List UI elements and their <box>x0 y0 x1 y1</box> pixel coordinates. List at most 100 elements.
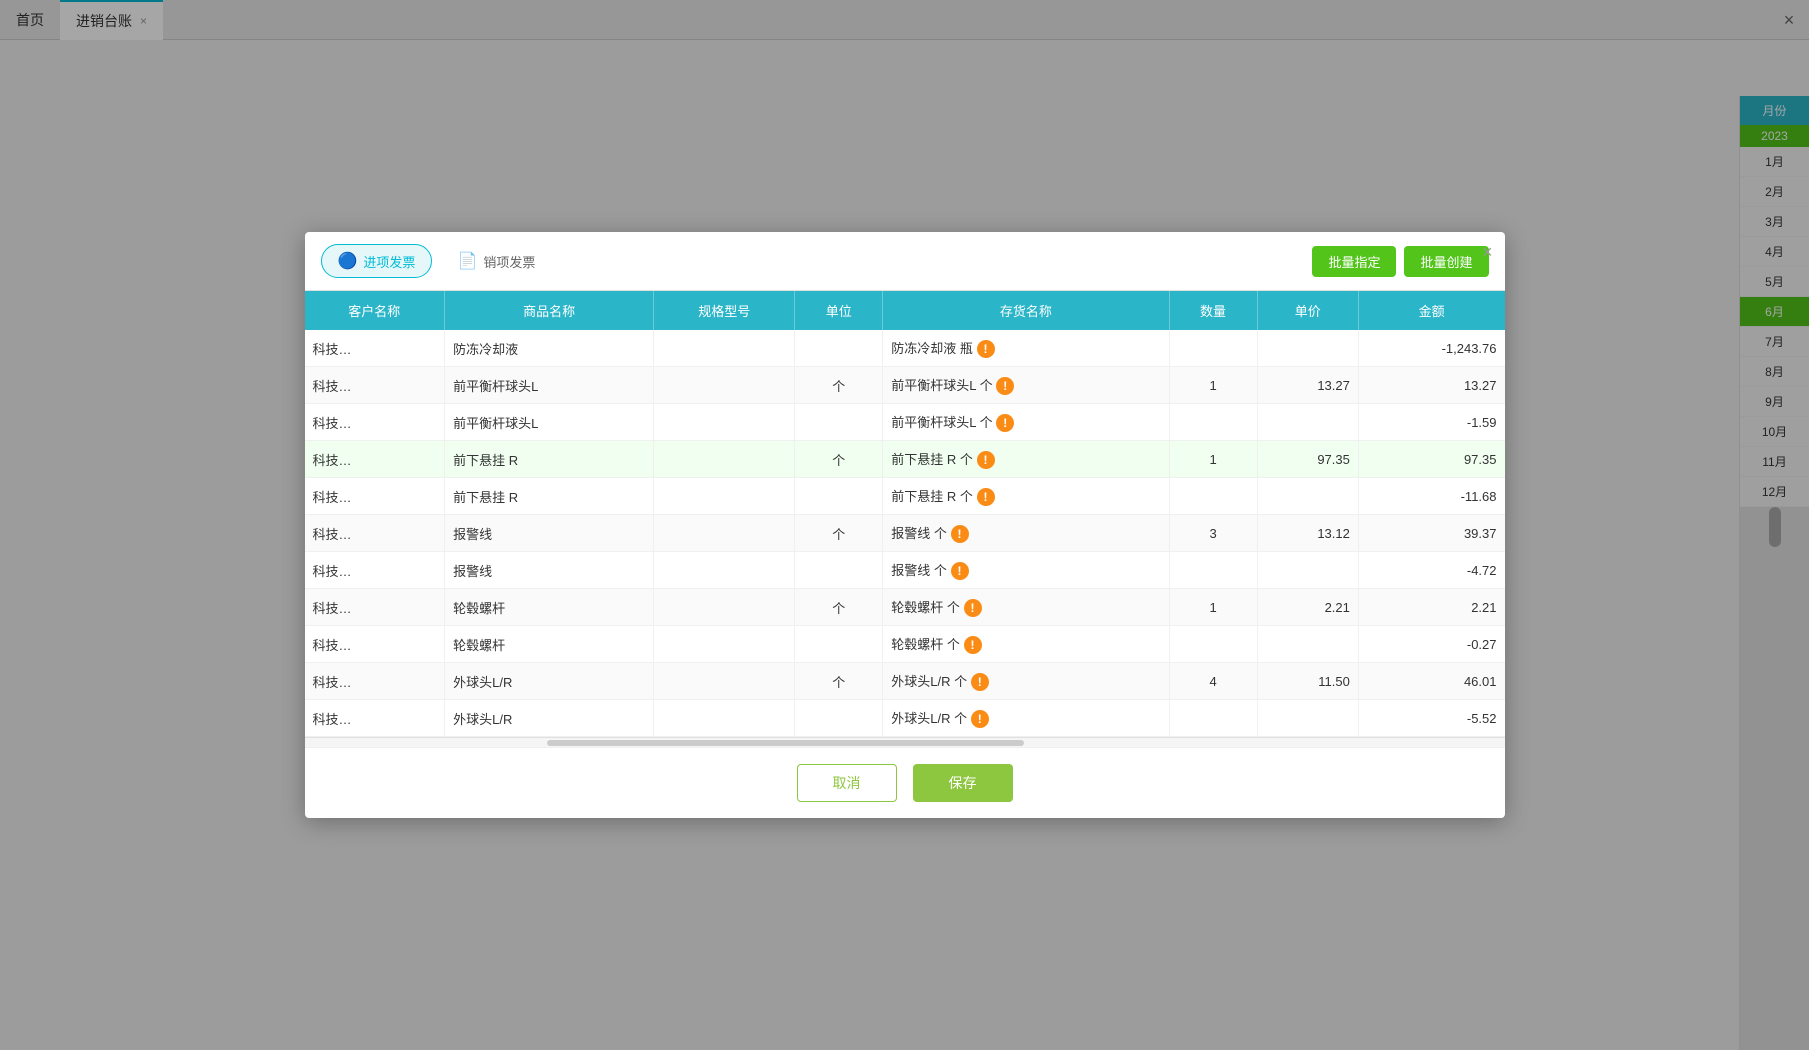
modal-horizontal-scrollbar[interactable] <box>305 737 1505 747</box>
modal-backdrop: 🔵 进项发票 📄 销项发票 批量指定 批量创建 × 客户名称 商品名称 规格 <box>0 0 1809 1050</box>
td-price: 13.12 <box>1257 515 1358 552</box>
td-inventory: 前下悬挂 R 个 ! <box>883 478 1169 515</box>
td-inventory: 前平衡杆球头L 个 ! <box>883 404 1169 441</box>
td-amount: 39.37 <box>1358 515 1504 552</box>
warn-icon: ! <box>977 451 995 469</box>
td-product: 前平衡杆球头L <box>445 404 654 441</box>
td-amount: 2.21 <box>1358 589 1504 626</box>
scrollbar-thumb[interactable] <box>547 740 1024 746</box>
td-inventory: 外球头L/R 个 ! <box>883 700 1169 737</box>
btn-save[interactable]: 保存 <box>913 764 1013 802</box>
td-customer: 科技… <box>305 552 445 589</box>
modal-footer: 取消 保存 <box>305 747 1505 818</box>
table-row: 科技… 轮毂螺杆 个 轮毂螺杆 个 ! 1 2.21 2.21 <box>305 589 1505 626</box>
td-unit: 个 <box>795 515 883 552</box>
td-amount: -4.72 <box>1358 552 1504 589</box>
th-price: 单价 <box>1257 291 1358 330</box>
modal-dialog: 🔵 进项发票 📄 销项发票 批量指定 批量创建 × 客户名称 商品名称 规格 <box>305 232 1505 818</box>
modal-header-actions: 批量指定 批量创建 <box>1312 246 1488 277</box>
td-spec <box>654 404 795 441</box>
td-price: 11.50 <box>1257 663 1358 700</box>
td-customer: 科技… <box>305 700 445 737</box>
table-row: 科技… 轮毂螺杆 轮毂螺杆 个 ! -0.27 <box>305 626 1505 663</box>
td-quantity: 1 <box>1169 367 1257 404</box>
td-customer: 科技… <box>305 626 445 663</box>
td-customer: 科技… <box>305 478 445 515</box>
table-row: 科技… 报警线 报警线 个 ! -4.72 <box>305 552 1505 589</box>
td-price: 97.35 <box>1257 441 1358 478</box>
td-quantity <box>1169 626 1257 663</box>
td-price <box>1257 552 1358 589</box>
td-unit <box>795 626 883 663</box>
td-inventory: 前平衡杆球头L 个 ! <box>883 367 1169 404</box>
td-spec <box>654 626 795 663</box>
td-inventory: 防冻冷却液 瓶 ! <box>883 330 1169 367</box>
td-spec <box>654 367 795 404</box>
td-price <box>1257 700 1358 737</box>
td-inventory: 外球头L/R 个 ! <box>883 663 1169 700</box>
td-amount: -1.59 <box>1358 404 1504 441</box>
warn-icon: ! <box>964 599 982 617</box>
btn-batch-assign[interactable]: 批量指定 <box>1312 246 1396 277</box>
btn-batch-create[interactable]: 批量创建 <box>1404 246 1488 277</box>
td-quantity: 3 <box>1169 515 1257 552</box>
td-product: 轮毂螺杆 <box>445 626 654 663</box>
td-spec <box>654 700 795 737</box>
table-row: 科技… 外球头L/R 外球头L/R 个 ! -5.52 <box>305 700 1505 737</box>
table-row: 科技… 防冻冷却液 防冻冷却液 瓶 ! -1,243.76 <box>305 330 1505 367</box>
warn-icon: ! <box>996 414 1014 432</box>
modal-table: 客户名称 商品名称 规格型号 单位 存货名称 数量 单价 金额 科技… 防冻冷却… <box>305 291 1505 737</box>
td-quantity <box>1169 478 1257 515</box>
td-customer: 科技… <box>305 515 445 552</box>
td-quantity <box>1169 700 1257 737</box>
td-unit <box>795 478 883 515</box>
modal-close-button[interactable]: × <box>1482 242 1493 263</box>
td-customer: 科技… <box>305 589 445 626</box>
td-product: 防冻冷却液 <box>445 330 654 367</box>
warn-icon: ! <box>977 488 995 506</box>
td-price <box>1257 626 1358 663</box>
table-header-row: 客户名称 商品名称 规格型号 单位 存货名称 数量 单价 金额 <box>305 291 1505 330</box>
td-customer: 科技… <box>305 663 445 700</box>
warn-icon: ! <box>964 636 982 654</box>
td-product: 外球头L/R <box>445 700 654 737</box>
td-amount: 13.27 <box>1358 367 1504 404</box>
td-unit <box>795 700 883 737</box>
td-unit <box>795 404 883 441</box>
modal-tab-outbound[interactable]: 📄 销项发票 <box>440 244 552 278</box>
td-product: 报警线 <box>445 552 654 589</box>
warn-icon: ! <box>977 340 995 358</box>
td-inventory: 报警线 个 ! <box>883 515 1169 552</box>
table-row: 科技… 前下悬挂 R 个 前下悬挂 R 个 ! 1 97.35 97.35 <box>305 441 1505 478</box>
td-spec <box>654 441 795 478</box>
inbound-icon: 🔵 <box>338 251 358 271</box>
td-spec <box>654 330 795 367</box>
td-price: 13.27 <box>1257 367 1358 404</box>
modal-tab-inbound[interactable]: 🔵 进项发票 <box>321 244 433 278</box>
td-quantity: 4 <box>1169 663 1257 700</box>
table-row: 科技… 报警线 个 报警线 个 ! 3 13.12 39.37 <box>305 515 1505 552</box>
td-unit: 个 <box>795 589 883 626</box>
td-quantity <box>1169 330 1257 367</box>
td-product: 轮毂螺杆 <box>445 589 654 626</box>
td-quantity <box>1169 404 1257 441</box>
warn-icon: ! <box>951 562 969 580</box>
modal-header: 🔵 进项发票 📄 销项发票 批量指定 批量创建 × <box>305 232 1505 291</box>
btn-cancel[interactable]: 取消 <box>797 764 897 802</box>
td-amount: -5.52 <box>1358 700 1504 737</box>
td-customer: 科技… <box>305 330 445 367</box>
td-amount: 97.35 <box>1358 441 1504 478</box>
warn-icon: ! <box>996 377 1014 395</box>
th-unit: 单位 <box>795 291 883 330</box>
td-price <box>1257 404 1358 441</box>
warn-icon: ! <box>951 525 969 543</box>
td-product: 前下悬挂 R <box>445 441 654 478</box>
td-price <box>1257 330 1358 367</box>
td-product: 前下悬挂 R <box>445 478 654 515</box>
table-row: 科技… 外球头L/R 个 外球头L/R 个 ! 4 11.50 46.01 <box>305 663 1505 700</box>
td-customer: 科技… <box>305 441 445 478</box>
th-amount: 金额 <box>1358 291 1504 330</box>
modal-table-wrap[interactable]: 客户名称 商品名称 规格型号 单位 存货名称 数量 单价 金额 科技… 防冻冷却… <box>305 291 1505 737</box>
table-row: 科技… 前平衡杆球头L 个 前平衡杆球头L 个 ! 1 13.27 13.27 <box>305 367 1505 404</box>
table-row: 科技… 前平衡杆球头L 前平衡杆球头L 个 ! -1.59 <box>305 404 1505 441</box>
